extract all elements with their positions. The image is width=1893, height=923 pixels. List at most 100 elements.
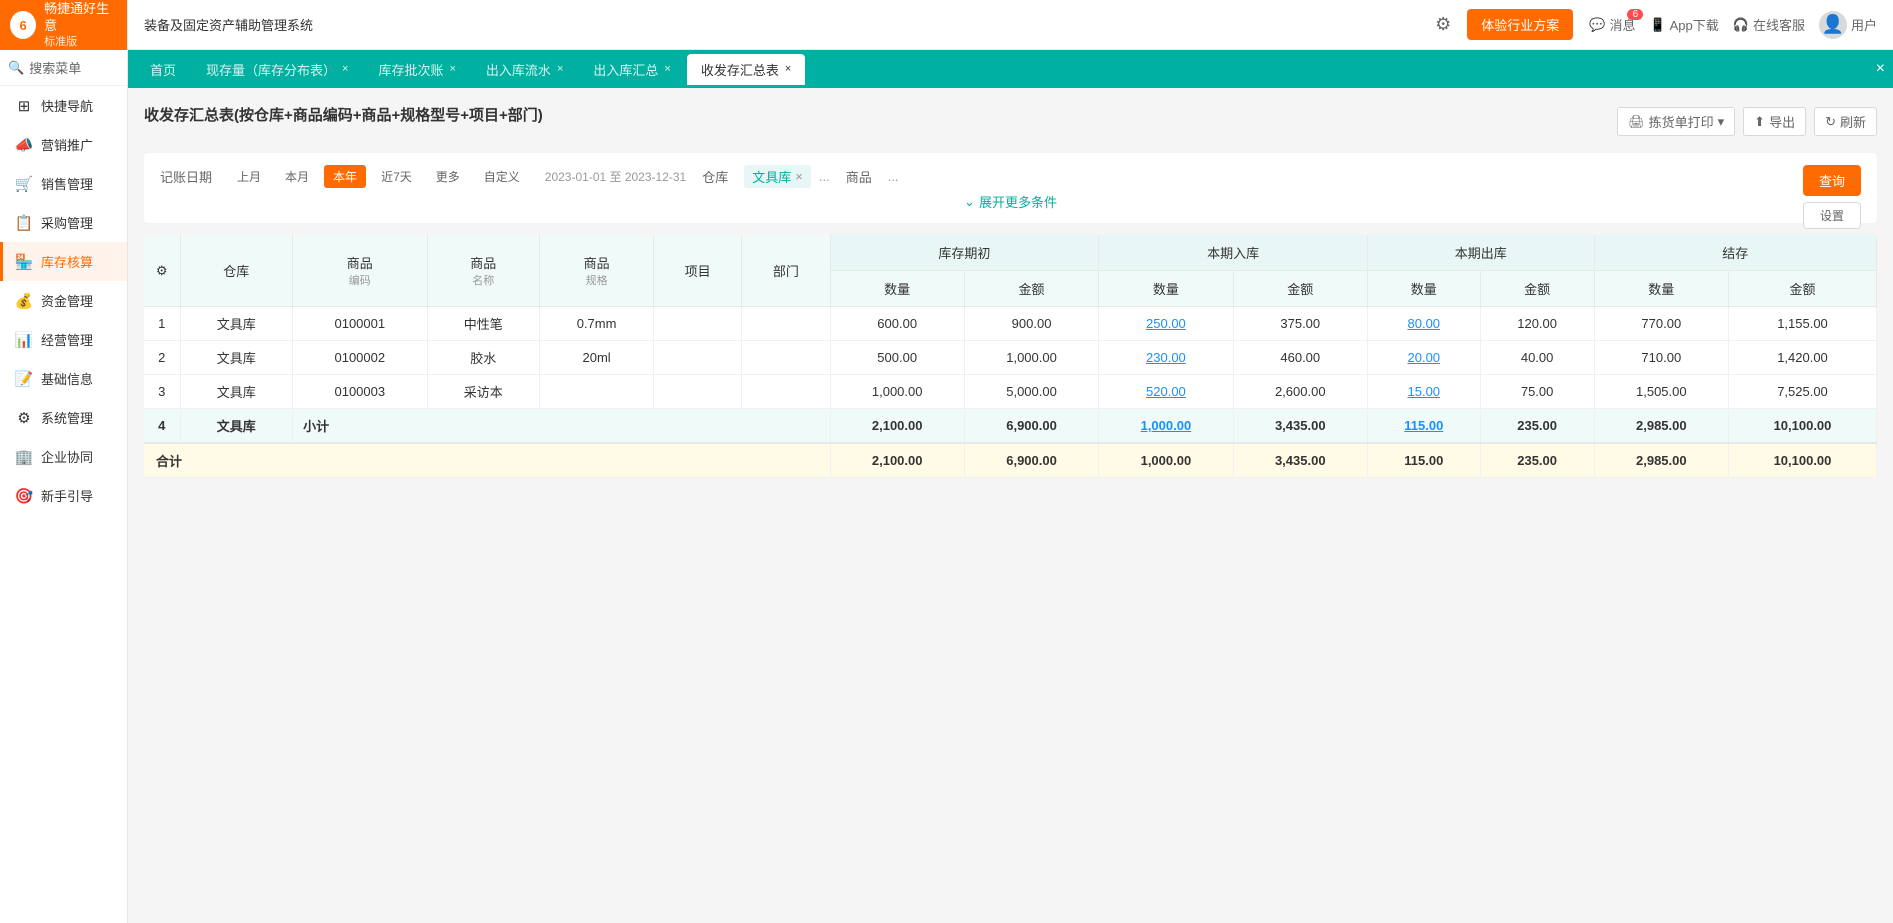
row-bal-amount: 1,155.00 <box>1728 307 1876 341</box>
col-open-qty: 数量 <box>830 271 964 307</box>
row-in-amount: 2,600.00 <box>1233 375 1367 409</box>
subtotal-bal-qty: 2,985.00 <box>1594 409 1728 444</box>
warehouse-filter-label: 仓库 <box>702 167 728 186</box>
purchase-icon: 📋 <box>15 214 33 232</box>
chevron-down-icon: ▾ <box>1718 114 1725 130</box>
query-button[interactable]: 查询 <box>1803 165 1861 196</box>
online-service-item[interactable]: 🎧 在线客服 <box>1733 15 1805 34</box>
tab-close-in-out-summary[interactable]: × <box>664 63 670 75</box>
date-filter-label: 记账日期 <box>160 167 212 186</box>
system-label: 系统管理 <box>41 408 93 427</box>
date-btn-上月[interactable]: 上月 <box>228 165 270 188</box>
row-out-amount: 75.00 <box>1480 375 1594 409</box>
purchase-label: 采购管理 <box>41 213 93 232</box>
sidebar-item-basic-info[interactable]: 📝基础信息 <box>0 359 127 398</box>
export-button[interactable]: ⬆ 导出 <box>1743 107 1806 136</box>
row-out-qty[interactable]: 15.00 <box>1367 375 1480 409</box>
print-icon: 🖨 <box>1628 114 1645 130</box>
sidebar-item-quick-nav[interactable]: ⊞快捷导航 <box>0 86 127 125</box>
date-btn-更多[interactable]: 更多 <box>427 165 469 188</box>
tab-batch-account[interactable]: 库存批次账 × <box>364 54 469 85</box>
tab-in-out-summary[interactable]: 出入库汇总 × <box>579 54 684 85</box>
row-goods-name: 中性笔 <box>427 307 540 341</box>
sidebar-item-system[interactable]: ⚙系统管理 <box>0 398 127 437</box>
warehouse-tag[interactable]: 文具库 × <box>744 165 811 188</box>
date-btn-近7天[interactable]: 近7天 <box>372 165 421 188</box>
topbar: 装备及固定资产辅助管理系统 ⚙ 体验行业方案 💬 消息 6 📱 App下载 🎧 … <box>128 0 1893 50</box>
data-table-container: ⚙ 仓库 商品编码 商品名称 商品规格 项目 部门 库存期初 本期入库 本期出库… <box>144 235 1877 478</box>
row-bal-amount: 7,525.00 <box>1728 375 1876 409</box>
trial-button[interactable]: 体验行业方案 <box>1467 9 1573 40</box>
total-in-qty: 1,000.00 <box>1099 443 1233 478</box>
sidebar-item-purchase[interactable]: 📋 采购管理 <box>0 203 127 242</box>
subtotal-out-qty[interactable]: 115.00 <box>1367 409 1480 444</box>
tab-inventory-dist[interactable]: 现存量（库存分布表）× <box>192 54 362 85</box>
sidebar-item-finance[interactable]: 💰资金管理 <box>0 281 127 320</box>
subtotal-warehouse: 文具库 <box>180 409 293 444</box>
search-menu[interactable]: 🔍 搜索菜单 <box>0 50 127 86</box>
total-out-amount: 235.00 <box>1480 443 1594 478</box>
tabbar: 首页现存量（库存分布表）×库存批次账×出入库流水×出入库汇总×收发存汇总表×× <box>128 50 1893 88</box>
subtotal-out-amount: 235.00 <box>1480 409 1594 444</box>
tabbar-close[interactable]: × <box>1876 60 1885 78</box>
row-out-qty[interactable]: 80.00 <box>1367 307 1480 341</box>
tab-close-inventory-dist[interactable]: × <box>342 63 348 75</box>
settings-icon[interactable]: ⚙ <box>1435 14 1451 35</box>
page-title: 收发存汇总表(按仓库+商品编码+商品+规格型号+项目+部门) <box>144 104 543 125</box>
filter-settings-button[interactable]: 设置 <box>1803 202 1861 229</box>
col-open-amount: 金额 <box>964 271 1098 307</box>
row-in-qty[interactable]: 230.00 <box>1099 341 1233 375</box>
finance-icon: 💰 <box>15 292 33 310</box>
sidebar-item-operations[interactable]: 📊经营管理 <box>0 320 127 359</box>
sidebar-item-enterprise[interactable]: 🏢企业协同 <box>0 437 127 476</box>
tab-recv-send-summary[interactable]: 收发存汇总表× <box>687 54 805 85</box>
goods-more[interactable]: ... <box>888 169 899 184</box>
tab-in-out-flow[interactable]: 出入库流水× <box>472 54 577 85</box>
table-row: 2 文具库 0100002 胶水 20ml 500.00 1,000.00 23… <box>144 341 1877 375</box>
row-goods-spec: 20ml <box>540 341 654 375</box>
subtotal-in-qty[interactable]: 1,000.00 <box>1099 409 1233 444</box>
sidebar-item-inventory[interactable]: 🏪库存核算 <box>0 242 127 281</box>
user-avatar-item[interactable]: 👤 用户 <box>1819 11 1877 39</box>
tab-label-in-out-summary: 出入库汇总 <box>593 60 658 79</box>
app-download-item[interactable]: 📱 App下载 <box>1649 15 1718 34</box>
col-goods-code: 商品编码 <box>293 235 427 307</box>
row-in-amount: 460.00 <box>1233 341 1367 375</box>
tab-close-recv-send-summary[interactable]: × <box>785 63 791 75</box>
col-warehouse: 仓库 <box>180 235 293 307</box>
user-avatar: 👤 <box>1819 11 1847 39</box>
tab-label-batch-account: 库存批次账 <box>378 60 443 79</box>
row-warehouse: 文具库 <box>180 307 293 341</box>
headset-icon: 🎧 <box>1733 17 1749 33</box>
search-icon: 🔍 <box>8 60 24 76</box>
sidebar-item-sales[interactable]: 🛒销售管理 <box>0 164 127 203</box>
date-btn-本月[interactable]: 本月 <box>276 165 318 188</box>
row-seq: 3 <box>144 375 180 409</box>
message-icon-item[interactable]: 💬 消息 6 <box>1589 15 1635 34</box>
row-out-qty[interactable]: 20.00 <box>1367 341 1480 375</box>
date-btn-自定义[interactable]: 自定义 <box>475 165 529 188</box>
warehouse-tag-close[interactable]: × <box>795 169 803 184</box>
warehouse-filter: 文具库 × ... <box>744 165 829 188</box>
refresh-button[interactable]: ↻ 刷新 <box>1814 107 1877 136</box>
col-bal-qty: 数量 <box>1594 271 1728 307</box>
sidebar-item-marketing[interactable]: 📣营销推广 <box>0 125 127 164</box>
guide-label: 新手引导 <box>41 486 93 505</box>
print-template-button[interactable]: 🖨 拣货单打印 ▾ <box>1617 107 1735 136</box>
sidebar-item-guide[interactable]: 🎯新手引导 <box>0 476 127 515</box>
basic-info-label: 基础信息 <box>41 369 93 388</box>
tab-home[interactable]: 首页 <box>136 54 190 85</box>
table-settings-col[interactable]: ⚙ <box>144 235 180 307</box>
row-project <box>654 375 742 409</box>
warehouse-more[interactable]: ... <box>819 169 830 184</box>
data-table: ⚙ 仓库 商品编码 商品名称 商品规格 项目 部门 库存期初 本期入库 本期出库… <box>144 235 1877 478</box>
tab-close-batch-account[interactable]: × <box>449 63 455 75</box>
row-in-qty[interactable]: 250.00 <box>1099 307 1233 341</box>
row-out-amount: 120.00 <box>1480 307 1594 341</box>
row-goods-code: 0100002 <box>293 341 427 375</box>
date-btn-本年[interactable]: 本年 <box>324 165 366 188</box>
row-in-qty[interactable]: 520.00 <box>1099 375 1233 409</box>
expand-more[interactable]: ⌄ 展开更多条件 <box>160 192 1861 211</box>
tab-close-in-out-flow[interactable]: × <box>557 63 563 75</box>
subtotal-bal-amount: 10,100.00 <box>1728 409 1876 444</box>
